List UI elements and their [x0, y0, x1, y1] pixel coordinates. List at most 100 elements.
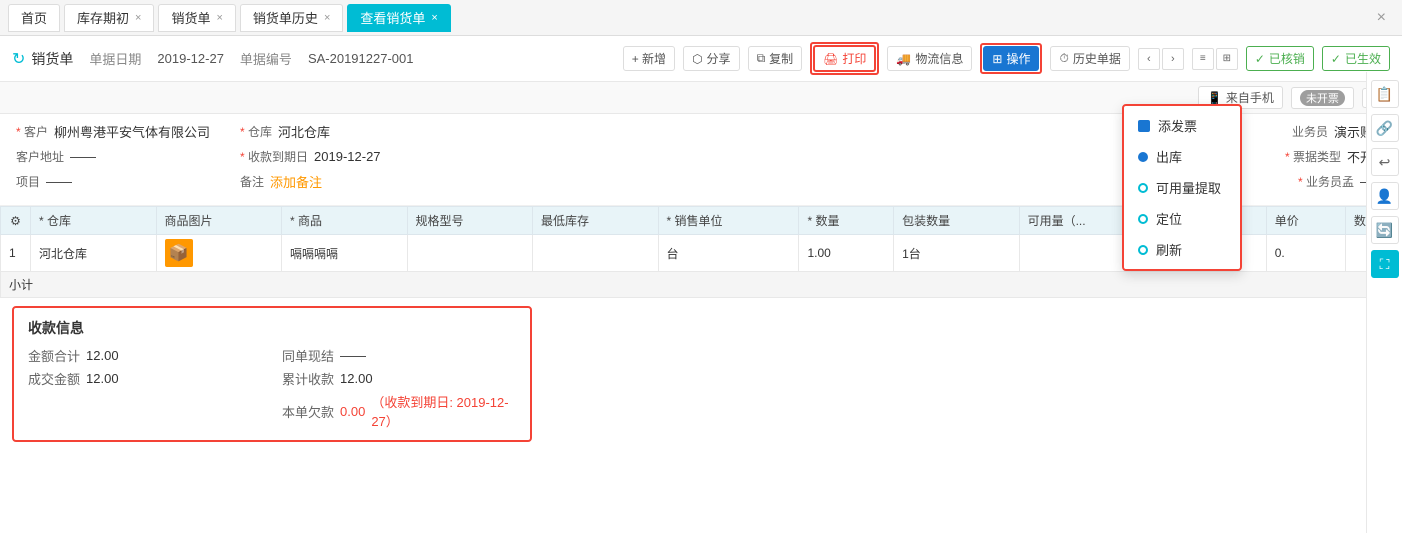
- tab-home[interactable]: 首页: [8, 4, 60, 32]
- doc-type-icon: ↻: [12, 49, 25, 69]
- same-order-settle-value: ——: [340, 348, 366, 363]
- refresh-item[interactable]: 刷新: [1124, 234, 1240, 265]
- not-open-badge: 未开票: [1300, 90, 1345, 106]
- tab-sales-close[interactable]: ×: [216, 12, 222, 24]
- outbound-icon: [1138, 152, 1148, 162]
- doc-meta: 单据日期 2019-12-27 单据编号 SA-20191227-001: [89, 49, 413, 68]
- tab-inventory[interactable]: 库存期初 ×: [64, 4, 154, 32]
- effective-icon: ✓: [1331, 52, 1341, 66]
- tab-view-sales[interactable]: 查看销货单 ×: [347, 4, 450, 32]
- project-field: 项目 ——: [16, 173, 216, 190]
- doc-title: ↻ 销货单: [12, 49, 73, 69]
- add-invoice-icon: [1138, 120, 1150, 132]
- note-field: 备注 添加备注: [240, 172, 440, 191]
- accumulated-receipt-label: 累计收款: [282, 369, 334, 388]
- accumulated-receipt-value: 12.00: [340, 371, 373, 386]
- customer-value: 柳州粤港平安气体有限公司: [54, 122, 210, 141]
- effective-btn-label: 已生效: [1345, 50, 1381, 67]
- tab-bar-close-btn[interactable]: ×: [1369, 9, 1394, 27]
- sidebar-return-btn[interactable]: ↩: [1371, 148, 1399, 176]
- truck-icon: 🚚: [896, 52, 911, 66]
- tab-sales-history-close[interactable]: ×: [324, 12, 330, 24]
- tab-view-sales-close[interactable]: ×: [431, 12, 437, 24]
- customer-label: 客户: [16, 123, 48, 140]
- view-grid-btn[interactable]: ⊞: [1216, 48, 1238, 70]
- sidebar-link-btn[interactable]: 🔗: [1371, 114, 1399, 142]
- grid-icon: ⊞: [992, 52, 1002, 66]
- nav-arrows: ‹ ›: [1138, 48, 1184, 70]
- address-label: 客户地址: [16, 148, 64, 165]
- share-btn[interactable]: ⬡ 分享: [683, 46, 740, 71]
- payment-date-field: 收款到期日 2019-12-27: [240, 148, 440, 165]
- payment-total-value: 12.00: [86, 348, 119, 363]
- locate-icon: [1138, 214, 1148, 224]
- tab-sales[interactable]: 销货单 ×: [158, 4, 235, 32]
- subtotal-label: 小计: [1, 272, 1402, 298]
- tab-inventory-close[interactable]: ×: [135, 12, 141, 24]
- avail-qty-item[interactable]: 可用量提取: [1124, 172, 1240, 203]
- payment-total-row: 金额合计 12.00: [28, 346, 262, 365]
- row-no: 1: [1, 235, 31, 272]
- th-product: * 商品: [282, 207, 408, 235]
- address-value: ——: [70, 149, 96, 164]
- row-min-stock: [533, 235, 659, 272]
- main-content: ↻ 销货单 单据日期 2019-12-27 单据编号 SA-20191227-0…: [0, 36, 1402, 533]
- logistics-btn-label: 物流信息: [915, 50, 963, 67]
- refresh-label: 刷新: [1156, 240, 1182, 259]
- note-label: 备注: [240, 173, 264, 190]
- print-highlight: 🖨 打印: [810, 42, 879, 75]
- row-unit: 台: [658, 235, 799, 272]
- history-btn[interactable]: ⏱ 历史单据: [1050, 46, 1129, 71]
- operate-btn[interactable]: ⊞ 操作: [983, 46, 1039, 71]
- add-invoice-item[interactable]: 添发票: [1124, 110, 1240, 141]
- locate-item[interactable]: 定位: [1124, 203, 1240, 234]
- nav-prev-btn[interactable]: ‹: [1138, 48, 1160, 70]
- check-icon: ✓: [1255, 52, 1265, 66]
- sidebar-expand-btn[interactable]: ⛶: [1371, 250, 1399, 278]
- outbound-item[interactable]: 出库: [1124, 141, 1240, 172]
- not-open-btn[interactable]: 未开票: [1291, 87, 1354, 109]
- doc-no-label: 单据编号: [240, 49, 292, 68]
- th-img: 商品图片: [156, 207, 282, 235]
- add-note-btn[interactable]: 添加备注: [270, 172, 322, 191]
- share-icon: ⬡: [692, 52, 702, 66]
- deal-amount-label: 成交金额: [28, 369, 80, 388]
- th-pack: 包装数量: [894, 207, 1020, 235]
- warehouse-value: 河北仓库: [278, 122, 330, 141]
- row-spec: [407, 235, 533, 272]
- project-value: ——: [46, 174, 72, 189]
- sold-btn[interactable]: ✓ 已核销: [1246, 46, 1314, 71]
- th-qty: * 数量: [799, 207, 894, 235]
- customer-field: 客户 柳州粤港平安气体有限公司: [16, 122, 216, 141]
- operate-btn-label: 操作: [1006, 50, 1030, 67]
- th-settings[interactable]: ⚙: [1, 207, 31, 235]
- logistics-btn[interactable]: 🚚 物流信息: [887, 46, 972, 71]
- tab-sales-history[interactable]: 销货单历史 ×: [240, 4, 343, 32]
- effective-btn[interactable]: ✓ 已生效: [1322, 46, 1390, 71]
- payment-date-label: 收款到期日: [240, 148, 308, 165]
- outbound-label: 出库: [1156, 147, 1182, 166]
- sidebar-refresh-btn[interactable]: 🔄: [1371, 216, 1399, 244]
- ticket-label: 票据类型: [1285, 148, 1341, 165]
- sold-btn-label: 已核销: [1269, 50, 1305, 67]
- nav-next-btn[interactable]: ›: [1162, 48, 1184, 70]
- accumulated-receipt-row: 累计收款 12.00: [282, 369, 516, 388]
- sidebar-user-btn[interactable]: 👤: [1371, 182, 1399, 210]
- view-list-btn[interactable]: ≡: [1192, 48, 1214, 70]
- sidebar-doc-btn[interactable]: 📋: [1371, 80, 1399, 108]
- avail-qty-icon: [1138, 183, 1148, 193]
- product-image: 📦: [165, 239, 193, 267]
- copy-btn[interactable]: ⧉ 复制: [748, 46, 803, 71]
- address-field: 客户地址 ——: [16, 148, 216, 165]
- add-invoice-label: 添发票: [1158, 116, 1197, 135]
- print-btn[interactable]: 🖨 打印: [813, 45, 876, 72]
- tab-home-label: 首页: [21, 8, 47, 27]
- date-value: 2019-12-27: [157, 51, 224, 66]
- th-price: 单价: [1266, 207, 1345, 235]
- th-min-stock: 最低库存: [533, 207, 659, 235]
- row-price: 0.: [1266, 235, 1345, 272]
- row-warehouse: 河北仓库: [31, 235, 157, 272]
- view-toggle: ≡ ⊞: [1192, 48, 1238, 70]
- new-btn[interactable]: + 新增: [623, 46, 675, 71]
- tab-sales-history-label: 销货单历史: [253, 8, 318, 27]
